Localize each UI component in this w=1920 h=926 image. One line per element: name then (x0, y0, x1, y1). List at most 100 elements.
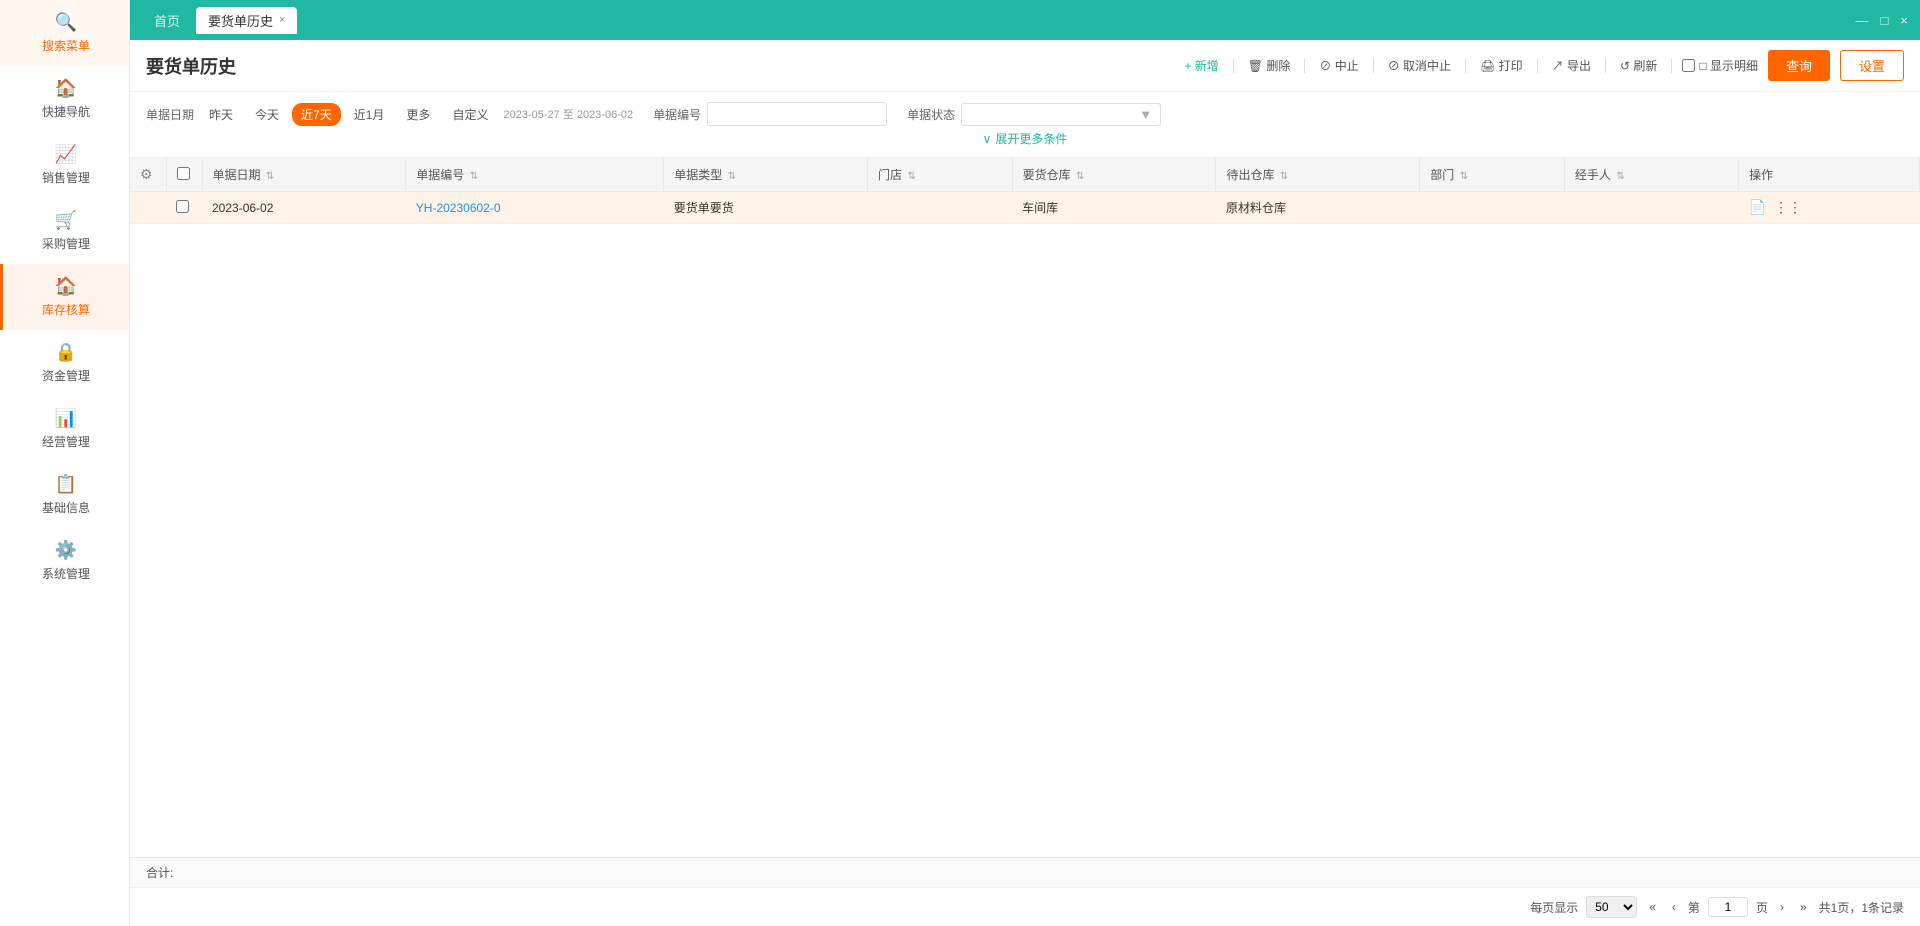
filter-docnumber-group: 单据编号 (653, 102, 887, 126)
sidebar-item-finance[interactable]: 🔒资金管理 (0, 330, 129, 396)
toolbar: + 新增 🗑 删除 ⊘ 中止 ⊘ 取消中止 🖨 打印 ↗ 导出 ↺ 刷新 □ 显… (1180, 50, 1904, 81)
main-area: 首页 要货单历史 × — □ × 要货单历史 + 新增 🗑 删除 ⊘ 中止 ⊘ … (130, 0, 1920, 926)
date-btn-自定义[interactable]: 自定义 (443, 103, 497, 126)
page-size-select[interactable]: 50 10 20 100 (1586, 896, 1637, 918)
first-page-btn[interactable]: « (1645, 898, 1660, 916)
col-out-warehouse-sort-icon: ⇅ (1280, 171, 1288, 182)
last-page-btn[interactable]: » (1796, 898, 1811, 916)
col-handler[interactable]: 经手人 ⇅ (1564, 158, 1738, 192)
page-size-label: 每页显示 (1530, 899, 1578, 916)
sidebar-item-basic-info[interactable]: 📋基础信息 (0, 462, 129, 528)
filter-date-group: 单据日期 昨天今天近7天近1月更多自定义 2023-05-27 至 2023-0… (146, 103, 633, 126)
sidebar-item-purchase[interactable]: 🛒采购管理 (0, 198, 129, 264)
page-label: 页 (1756, 899, 1768, 916)
sidebar-label-system: 系统管理 (42, 565, 90, 582)
col-number-sort-icon: ⇅ (470, 171, 478, 182)
sidebar-item-sales[interactable]: 📈销售管理 (0, 132, 129, 198)
row-handler (1564, 192, 1738, 224)
col-store-label: 门店 (878, 168, 902, 182)
row-number-link[interactable]: YH-20230602-0 (416, 201, 501, 215)
select-all-checkbox[interactable] (177, 167, 190, 180)
page-header: 要货单历史 + 新增 🗑 删除 ⊘ 中止 ⊘ 取消中止 🖨 打印 ↗ 导出 ↺ … (130, 40, 1920, 92)
sidebar-item-operations[interactable]: 📊经营管理 (0, 396, 129, 462)
page-number-input[interactable] (1708, 897, 1748, 917)
delete-button[interactable]: 🗑 删除 (1244, 55, 1295, 76)
table-container: ⚙ 单据日期 ⇅ 单据编号 ⇅ (130, 158, 1920, 857)
tab-home[interactable]: 首页 (142, 7, 192, 34)
row-date: 2023-06-02 (202, 192, 406, 224)
col-store[interactable]: 门店 ⇅ (867, 158, 1012, 192)
export-button[interactable]: ↗ 导出 (1548, 55, 1595, 76)
col-type[interactable]: 单据类型 ⇅ (664, 158, 868, 192)
checkbox-col-header (166, 158, 202, 192)
date-btn-昨天[interactable]: 昨天 (200, 103, 242, 126)
date-btn-更多[interactable]: 更多 (397, 103, 439, 126)
col-date-sort-icon: ⇅ (266, 171, 274, 182)
new-button[interactable]: + 新增 (1180, 55, 1222, 76)
expand-more-btn[interactable]: ∨ 展开更多条件 (146, 130, 1904, 147)
table-header-row: ⚙ 单据日期 ⇅ 单据编号 ⇅ (130, 158, 1920, 192)
col-type-sort-icon: ⇅ (728, 171, 736, 182)
row-action: 📄 ⋮⋮ (1739, 192, 1920, 224)
sidebar-label-finance: 资金管理 (42, 367, 90, 384)
date-btn-近7天[interactable]: 近7天 (292, 103, 341, 126)
sidebar-item-inventory[interactable]: 🏠库存核算 (0, 264, 129, 330)
col-handler-label: 经手人 (1575, 168, 1611, 182)
status-label: 单据状态 (907, 106, 955, 123)
date-filter-label: 单据日期 (146, 106, 194, 123)
row-type: 要货单要货 (664, 192, 868, 224)
table-settings-icon[interactable]: ⚙ (140, 166, 153, 182)
row-select[interactable] (176, 200, 189, 213)
col-dept[interactable]: 部门 ⇅ (1420, 158, 1565, 192)
print-button[interactable]: 🖨 打印 (1476, 55, 1527, 76)
row-checkbox (166, 192, 202, 224)
expand-more-label: 展开更多条件 (995, 130, 1067, 147)
refresh-button[interactable]: ↺ 刷新 (1616, 55, 1661, 76)
display-detail-checkbox[interactable]: □ 显示明细 (1682, 57, 1758, 74)
date-range-display: 2023-05-27 至 2023-06-02 (503, 106, 633, 122)
settings-col-header: ⚙ (130, 158, 166, 192)
query-button[interactable]: 查询 (1768, 50, 1830, 81)
tab-active[interactable]: 要货单历史 × (196, 7, 297, 34)
display-detail-input[interactable] (1682, 59, 1695, 72)
col-action: 操作 (1739, 158, 1920, 192)
display-detail-label: □ 显示明细 (1699, 57, 1758, 74)
sidebar-item-search-menu[interactable]: 🔍 搜索菜单 (0, 0, 129, 66)
window-close-icon[interactable]: × (1900, 13, 1908, 28)
row-dept (1420, 192, 1565, 224)
sidebar: 🔍 搜索菜单 🏠快捷导航📈销售管理🛒采购管理🏠库存核算🔒资金管理📊经营管理📋基础信息… (0, 0, 130, 926)
expand-more-icon: ∨ (983, 132, 992, 146)
prev-page-btn[interactable]: ‹ (1668, 898, 1680, 916)
col-dept-sort-icon: ⇅ (1460, 171, 1468, 182)
content-area: 要货单历史 + 新增 🗑 删除 ⊘ 中止 ⊘ 取消中止 🖨 打印 ↗ 导出 ↺ … (130, 40, 1920, 926)
row-more-icon[interactable]: ⋮⋮ (1774, 199, 1802, 216)
status-select[interactable]: ▼ (961, 103, 1161, 126)
window-min-icon[interactable]: — (1856, 13, 1869, 28)
col-out-warehouse[interactable]: 待出仓库 ⇅ (1216, 158, 1420, 192)
sidebar-label-purchase: 采购管理 (42, 235, 90, 252)
date-btn-近1月[interactable]: 近1月 (345, 103, 394, 126)
col-req-warehouse[interactable]: 要货仓库 ⇅ (1012, 158, 1216, 192)
sidebar-item-system[interactable]: ⚙️ 系统管理 (0, 528, 129, 594)
next-page-btn[interactable]: › (1776, 898, 1788, 916)
sidebar-label-quick-nav: 快捷导航 (42, 103, 90, 120)
col-number[interactable]: 单据编号 ⇅ (406, 158, 664, 192)
sidebar-label-search-menu: 搜索菜单 (42, 37, 90, 54)
window-max-icon[interactable]: □ (1881, 13, 1889, 28)
doc-number-input[interactable] (707, 102, 887, 126)
cancel-suspend-button[interactable]: ⊘ 取消中止 (1384, 55, 1455, 76)
sidebar-icon-system: ⚙️ (55, 540, 77, 561)
doc-number-label: 单据编号 (653, 106, 701, 123)
date-buttons: 昨天今天近7天近1月更多自定义 (200, 103, 497, 126)
row-edit-icon[interactable]: 📄 (1749, 199, 1766, 216)
suspend-button[interactable]: ⊘ 中止 (1315, 55, 1362, 76)
table-row: 2023-06-02 YH-20230602-0 要货单要货 车间库 原材料仓库… (130, 192, 1920, 224)
sidebar-item-quick-nav[interactable]: 🏠快捷导航 (0, 66, 129, 132)
close-tab-icon[interactable]: × (279, 14, 285, 26)
topbar: 首页 要货单历史 × — □ × (130, 0, 1920, 40)
settings-button[interactable]: 设置 (1840, 50, 1904, 81)
sidebar-icon-search-menu: 🔍 (55, 12, 77, 33)
total-info: 共1页，1条记录 (1819, 899, 1904, 916)
date-btn-今天[interactable]: 今天 (246, 103, 288, 126)
col-date[interactable]: 单据日期 ⇅ (202, 158, 406, 192)
